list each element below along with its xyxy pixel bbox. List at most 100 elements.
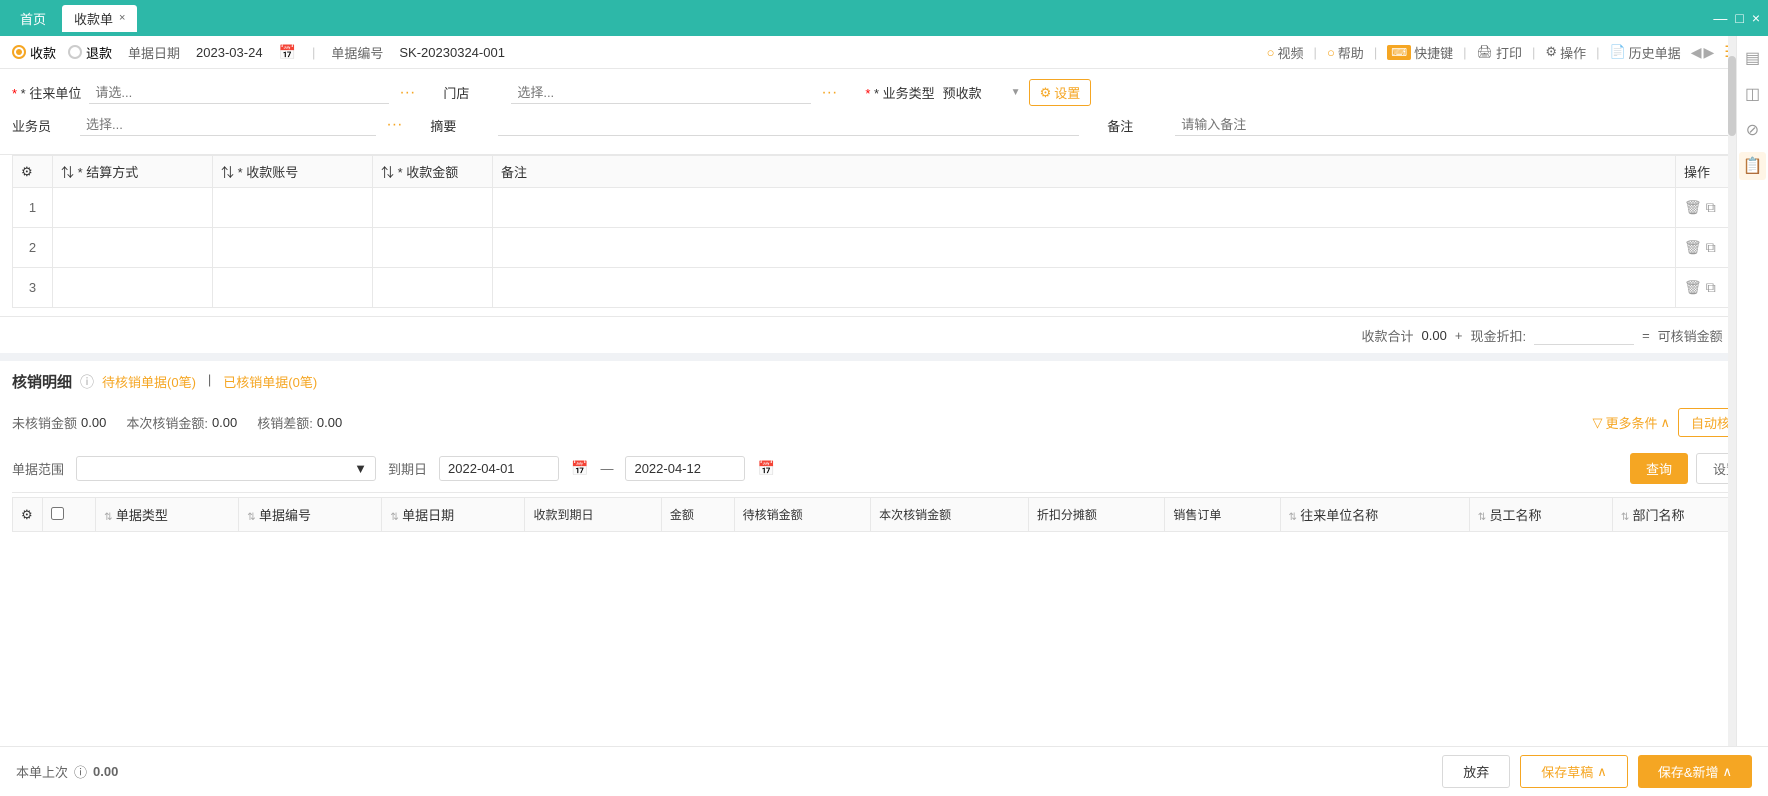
sidebar-form-icon[interactable]: 📋: [1739, 152, 1767, 180]
scrollbar[interactable]: [1728, 36, 1736, 796]
copy-icon-row1[interactable]: ⧉: [1706, 199, 1716, 216]
video-label: 视频: [1278, 43, 1304, 62]
help-btn[interactable]: ○ 帮助: [1327, 43, 1364, 62]
dept-sort[interactable]: ⇅: [1621, 512, 1629, 523]
col-amount-sort[interactable]: ⇅: [381, 165, 394, 180]
doc-type-sort[interactable]: ⇅: [104, 512, 112, 523]
counterpart-sort[interactable]: ⇅: [1289, 512, 1297, 523]
row-1-amount[interactable]: [373, 188, 493, 228]
tab-home[interactable]: 首页: [8, 5, 58, 32]
sidebar-table-icon[interactable]: ▤: [1741, 44, 1764, 72]
unchecked-label: 未核销金额: [12, 413, 77, 432]
staff-sort[interactable]: ⇅: [1478, 512, 1486, 523]
sidebar-link-icon[interactable]: ⊘: [1742, 116, 1763, 144]
nav-arrows: ◀ ▶: [1691, 44, 1715, 61]
done-tab[interactable]: 已核销单据(0笔): [223, 372, 317, 391]
counterpart-more-btn[interactable]: ···: [399, 84, 415, 102]
col-settlement-sort[interactable]: ⇅: [61, 165, 74, 180]
video-btn[interactable]: ○ 视频: [1267, 43, 1304, 62]
summary-input[interactable]: [498, 114, 1079, 136]
copy-icon-row2[interactable]: ⧉: [1706, 239, 1716, 256]
col-sales: 销售订单: [1165, 498, 1280, 532]
store-input[interactable]: [511, 82, 811, 104]
history-btn[interactable]: 📄 历史单据: [1609, 43, 1680, 62]
doc-date-sort[interactable]: ⇅: [390, 512, 398, 523]
date-from-icon[interactable]: 📅: [571, 460, 588, 477]
row-3-note[interactable]: [493, 268, 1676, 308]
delete-icon-row3[interactable]: 🗑: [1684, 279, 1702, 296]
abandon-button[interactable]: 放弃: [1442, 755, 1510, 788]
bottom-spacer: [0, 542, 1768, 592]
maximize-icon[interactable]: □: [1735, 10, 1743, 26]
pending-tab[interactable]: 待核销单据(0笔): [102, 372, 196, 391]
next-arrow[interactable]: ▶: [1703, 44, 1714, 61]
row-2-settlement[interactable]: [53, 228, 213, 268]
doc-no-sort[interactable]: ⇅: [247, 512, 255, 523]
draft-button[interactable]: 保存草稿 ∧: [1520, 755, 1628, 788]
equals-sign: =: [1642, 328, 1650, 343]
date-to-input[interactable]: [625, 456, 745, 481]
row-2-account[interactable]: [213, 228, 373, 268]
radio-shoukuan[interactable]: 收款: [12, 43, 56, 62]
col-counterpart: ⇅ 往来单位名称: [1280, 498, 1469, 532]
col-settings-header[interactable]: ⚙: [13, 156, 53, 188]
operation-btn[interactable]: ⚙ 操作: [1545, 43, 1586, 62]
table-settings-icon: ⚙: [21, 164, 33, 179]
row-3-num: 3: [13, 268, 53, 308]
verify-info-icon[interactable]: ⓘ: [80, 372, 94, 392]
shortcut-btn[interactable]: ⌨ 快捷键: [1387, 43, 1453, 62]
row-3-account[interactable]: [213, 268, 373, 308]
date-to-icon[interactable]: 📅: [757, 460, 774, 477]
copy-icon-row3[interactable]: ⧉: [1706, 279, 1716, 296]
prev-arrow[interactable]: ◀: [1691, 44, 1702, 61]
query-button[interactable]: 查询: [1630, 453, 1688, 484]
staff-input[interactable]: [80, 114, 376, 136]
tab-close-icon[interactable]: ×: [119, 12, 125, 24]
row-1-settlement[interactable]: [53, 188, 213, 228]
col-account-sort[interactable]: ⇅: [221, 165, 234, 180]
date-from-input[interactable]: [439, 456, 559, 481]
history-info-icon[interactable]: ⓘ: [74, 762, 87, 781]
biz-type-dropdown[interactable]: ▼: [1011, 87, 1021, 98]
save-button[interactable]: 保存&新增 ∧: [1638, 755, 1752, 788]
radio-tuikuan-dot: [68, 45, 82, 59]
row-3-amount[interactable]: [373, 268, 493, 308]
note-input[interactable]: [1175, 114, 1756, 136]
range-select[interactable]: ▼: [76, 456, 376, 481]
delete-icon-row1[interactable]: 🗑: [1684, 199, 1702, 216]
tab-active[interactable]: 收款单 ×: [62, 5, 137, 32]
select-all-checkbox[interactable]: [51, 507, 64, 520]
data-table: ⚙ ⇅ * 结算方式 ⇅ * 收款账号 ⇅ * 收款金额 备注: [12, 155, 1756, 308]
counterpart-input[interactable]: [89, 82, 389, 104]
delete-icon-row2[interactable]: 🗑: [1684, 239, 1702, 256]
row-3-settlement[interactable]: [53, 268, 213, 308]
video-icon: ○: [1267, 45, 1275, 60]
row-2-amount[interactable]: [373, 228, 493, 268]
sidebar-layout-icon[interactable]: ◫: [1741, 80, 1764, 108]
current-value: 0.00: [212, 415, 237, 430]
save-label: 保存&新增: [1658, 762, 1719, 781]
staff-more-btn[interactable]: ···: [386, 116, 402, 134]
verify-title: 核销明细 ⓘ 待核销单据(0笔) | 已核销单据(0笔): [12, 371, 1756, 392]
row-1-note[interactable]: [493, 188, 1676, 228]
help-icon: ○: [1327, 45, 1335, 60]
total-value: 0.00: [1422, 328, 1447, 343]
settings-button[interactable]: ⚙ 设置: [1029, 79, 1092, 106]
col-checkbox[interactable]: ⚙: [13, 498, 43, 532]
minimize-icon[interactable]: —: [1713, 10, 1727, 26]
store-more-btn[interactable]: ···: [821, 84, 837, 102]
net-label: 可核销金额: [1658, 326, 1723, 345]
gear-icon: ⚙: [1040, 85, 1052, 101]
discount-input[interactable]: [1534, 325, 1634, 345]
close-icon[interactable]: ×: [1752, 10, 1760, 26]
radio-tuikuan[interactable]: 退款: [68, 43, 112, 62]
radio-group: 收款 退款: [12, 43, 112, 62]
row-2-note[interactable]: [493, 228, 1676, 268]
print-btn[interactable]: 🖨 打印: [1477, 43, 1523, 62]
date-icon[interactable]: 📅: [279, 44, 296, 61]
more-conditions-btn[interactable]: ▽ 更多条件 ∧: [1592, 413, 1670, 432]
radio-tuikuan-label: 退款: [86, 43, 112, 62]
row-1-account[interactable]: [213, 188, 373, 228]
col-checkbox2[interactable]: [43, 498, 96, 532]
operation-label: 操作: [1560, 43, 1586, 62]
